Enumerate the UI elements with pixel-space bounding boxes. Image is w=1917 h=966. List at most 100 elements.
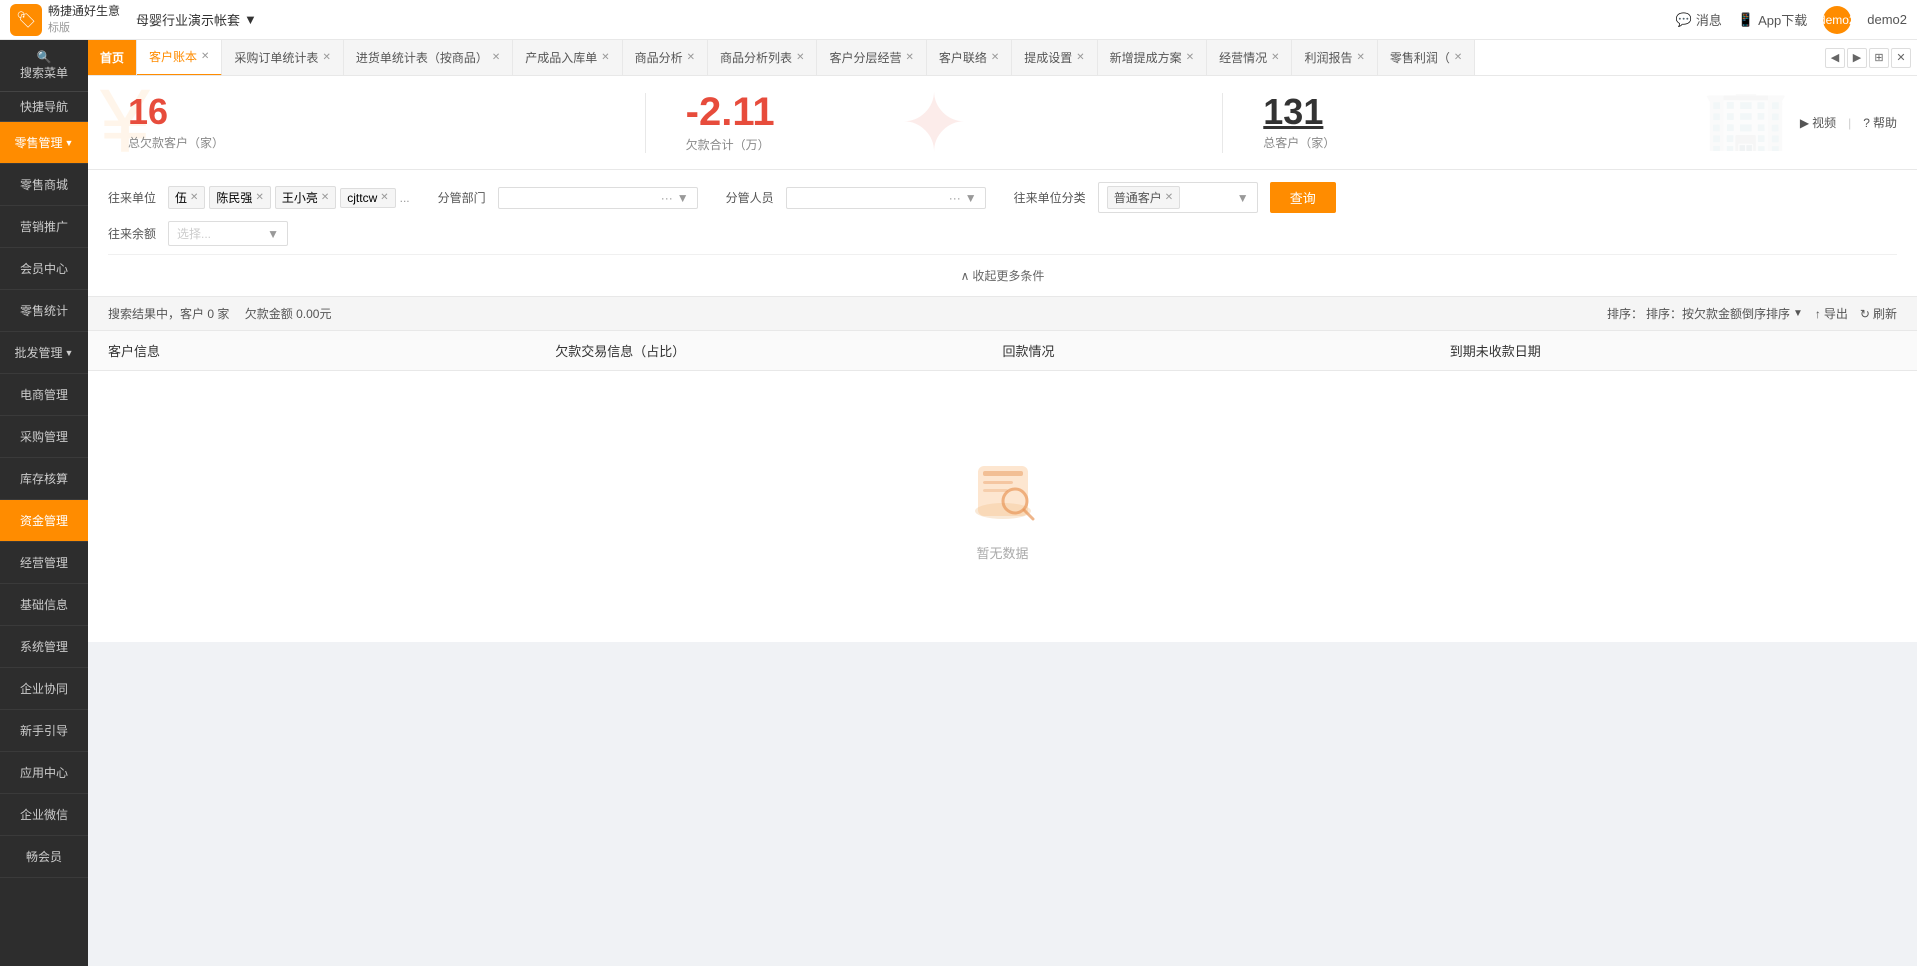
tab-purchase-order[interactable]: 采购订单统计表 ✕: [222, 40, 343, 76]
sidebar-item-operation-label: 经营管理: [20, 556, 68, 570]
sidebar-item-new-guide[interactable]: 新手引导: [0, 710, 88, 752]
filter-tag-cjttcw: cjttcw ✕: [340, 188, 395, 208]
filter-row-1: 往来单位 伍 ✕ 陈民强 ✕ 王小亮 ✕: [108, 182, 1897, 213]
tab-goods-list-close[interactable]: ✕: [796, 52, 804, 63]
tab-new-promotion-close[interactable]: ✕: [1186, 52, 1194, 63]
filter-tag-cjttcw-close[interactable]: ✕: [380, 192, 388, 203]
tab-goods-analysis-close[interactable]: ✕: [687, 52, 695, 63]
stat-total-debt: ✦ -2.11 欠款合计（万）: [646, 92, 1223, 153]
result-bar-right: 排序： 排序：按欠款金额倒序排序 ▼ ↑ 导出 ↻ 刷新: [1607, 305, 1897, 322]
stat-total-customers: 16 总欠款客户（家）: [108, 94, 645, 151]
filter-tag-wangxiaoliang-close[interactable]: ✕: [321, 192, 329, 203]
tab-customer-account[interactable]: 客户账本 ✕: [137, 40, 222, 76]
filter-balance-chevron: ▼: [267, 227, 279, 241]
table-container: 客户信息 欠款交易信息（占比） 回款情况 到期未收款日期: [88, 331, 1917, 642]
sidebar-item-basic[interactable]: 基础信息: [0, 584, 88, 626]
tab-customer-account-close[interactable]: ✕: [201, 51, 209, 62]
tab-customer-contact-close[interactable]: ✕: [991, 52, 999, 63]
filter-balance-select[interactable]: 选择... ▼: [168, 221, 288, 246]
sort-chevron-icon: ▼: [1793, 308, 1803, 319]
avatar[interactable]: demo2: [1823, 6, 1851, 34]
tab-goods-analysis[interactable]: 商品分析 ✕: [623, 40, 708, 76]
sidebar-item-member[interactable]: 会员中心: [0, 248, 88, 290]
tab-stock-stats[interactable]: 进货单统计表（按商品） ✕: [344, 40, 513, 76]
filter-row-2: 往来余额 选择... ▼: [108, 221, 1897, 246]
collapse-btn[interactable]: ∧ 收起更多条件: [108, 267, 1897, 284]
tab-home[interactable]: 首页: [88, 40, 137, 76]
filter-unit-class-select[interactable]: 普通客户 ✕ ▼: [1098, 182, 1258, 213]
tab-cost-stock[interactable]: 产成品入库单 ✕: [513, 40, 622, 76]
tab-customer-contact[interactable]: 客户联络 ✕: [927, 40, 1012, 76]
refresh-icon: ↻: [1860, 307, 1870, 321]
tab-operation-status-label: 经营情况: [1219, 49, 1267, 66]
tab-profit-report-label: 利润报告: [1304, 49, 1352, 66]
tab-cost-stock-close[interactable]: ✕: [601, 52, 609, 63]
message-btn[interactable]: 💬 消息: [1676, 10, 1722, 29]
tab-profit-report-close[interactable]: ✕: [1357, 52, 1365, 63]
tab-retail-profit-close[interactable]: ✕: [1454, 52, 1462, 63]
tab-promotion-settings-close[interactable]: ✕: [1076, 52, 1084, 63]
stat-total-debt-value: -2.11: [686, 92, 775, 132]
export-btn[interactable]: ↑ 导出: [1815, 305, 1848, 322]
tab-new-promotion-label: 新增提成方案: [1110, 49, 1182, 66]
tab-customer-tier-close[interactable]: ✕: [905, 52, 913, 63]
sidebar-item-new-guide-label: 新手引导: [20, 724, 68, 738]
sort-select[interactable]: 排序： 排序：按欠款金额倒序排序 ▼: [1607, 305, 1803, 322]
help-btn[interactable]: ? 帮助: [1863, 114, 1897, 131]
message-label: 消息: [1696, 10, 1722, 29]
refresh-btn[interactable]: ↻ 刷新: [1860, 305, 1897, 322]
result-debt-value: 0.00元: [296, 307, 331, 321]
filter-tag-chenminqiang-close[interactable]: ✕: [255, 192, 263, 203]
search-icon: 🔍: [8, 50, 80, 64]
filter-tag-wu-close[interactable]: ✕: [190, 192, 198, 203]
sidebar-item-inventory-label: 库存核算: [20, 472, 68, 486]
filters-section: 往来单位 伍 ✕ 陈民强 ✕ 王小亮 ✕: [88, 170, 1917, 297]
sidebar-quick-nav[interactable]: 快捷导航: [0, 92, 88, 122]
sidebar-item-system[interactable]: 系统管理: [0, 626, 88, 668]
result-bar: 搜索结果中，客户 0 家 欠款金额 0.00元 排序： 排序：按欠款金额倒序排序…: [88, 297, 1917, 331]
sidebar-item-inventory[interactable]: 库存核算: [0, 458, 88, 500]
sidebar-item-purchase[interactable]: 采购管理: [0, 416, 88, 458]
sidebar-item-vip-label: 畅会员: [26, 850, 62, 864]
sidebar-item-capital-label: 资金管理: [20, 514, 68, 528]
video-help-btn[interactable]: ▶ 视频: [1800, 114, 1836, 131]
tab-close-all-btn[interactable]: ✕: [1891, 48, 1911, 68]
sidebar-item-vip[interactable]: 畅会员: [0, 836, 88, 878]
sidebar-item-retail-mgmt[interactable]: 零售管理 ▼: [0, 122, 88, 164]
tab-operation-status-close[interactable]: ✕: [1271, 52, 1279, 63]
sidebar-item-marketing[interactable]: 营销推广: [0, 206, 88, 248]
sidebar-item-marketing-label: 营销推广: [20, 220, 68, 234]
sidebar-search[interactable]: 🔍 搜索菜单: [0, 40, 88, 92]
tab-prev-btn[interactable]: ◀: [1825, 48, 1845, 68]
filter-tag-more-btn[interactable]: ...: [400, 191, 410, 205]
app-download-btn[interactable]: 📱 App下载: [1738, 10, 1807, 29]
tab-promotion-settings[interactable]: 提成设置 ✕: [1012, 40, 1097, 76]
tab-stock-stats-close[interactable]: ✕: [492, 52, 500, 63]
sidebar-item-wholesale[interactable]: 批发管理 ▼: [0, 332, 88, 374]
sidebar-item-retail-stats[interactable]: 零售统计: [0, 290, 88, 332]
sidebar-item-ecommerce[interactable]: 电商管理: [0, 374, 88, 416]
tab-retail-profit[interactable]: 零售利润（ ✕: [1378, 40, 1475, 76]
sidebar-item-capital[interactable]: 资金管理: [0, 500, 88, 542]
sidebar-item-enterprise-wechat[interactable]: 企业微信: [0, 794, 88, 836]
company-selector[interactable]: 母婴行业演示帐套 ▼: [128, 10, 265, 29]
query-button[interactable]: 查询: [1270, 182, 1336, 213]
sidebar-item-app-center[interactable]: 应用中心: [0, 752, 88, 794]
tab-purchase-order-close[interactable]: ✕: [322, 52, 330, 63]
tab-goods-list[interactable]: 商品分析列表 ✕: [708, 40, 817, 76]
tab-next-btn[interactable]: ▶: [1847, 48, 1867, 68]
tab-new-promotion[interactable]: 新增提成方案 ✕: [1098, 40, 1207, 76]
sidebar-item-enterprise-coop[interactable]: 企业协同: [0, 668, 88, 710]
filter-tag-wu: 伍 ✕: [168, 186, 205, 209]
sidebar-item-retail-mall[interactable]: 零售商城: [0, 164, 88, 206]
filter-tag-normal-customer-close[interactable]: ✕: [1165, 192, 1173, 203]
tab-customer-tier[interactable]: 客户分层经营 ✕: [817, 40, 926, 76]
filter-person-select[interactable]: ··· ▼: [786, 187, 986, 209]
tab-profit-report[interactable]: 利润报告 ✕: [1292, 40, 1377, 76]
sidebar-item-enterprise-wechat-label: 企业微信: [20, 808, 68, 822]
sidebar-item-enterprise-coop-label: 企业协同: [20, 682, 68, 696]
tab-operation-status[interactable]: 经营情况 ✕: [1207, 40, 1292, 76]
filter-dept-select[interactable]: ··· ▼: [498, 187, 698, 209]
sidebar-item-operation[interactable]: 经营管理: [0, 542, 88, 584]
tab-expand-btn[interactable]: ⊞: [1869, 48, 1889, 68]
